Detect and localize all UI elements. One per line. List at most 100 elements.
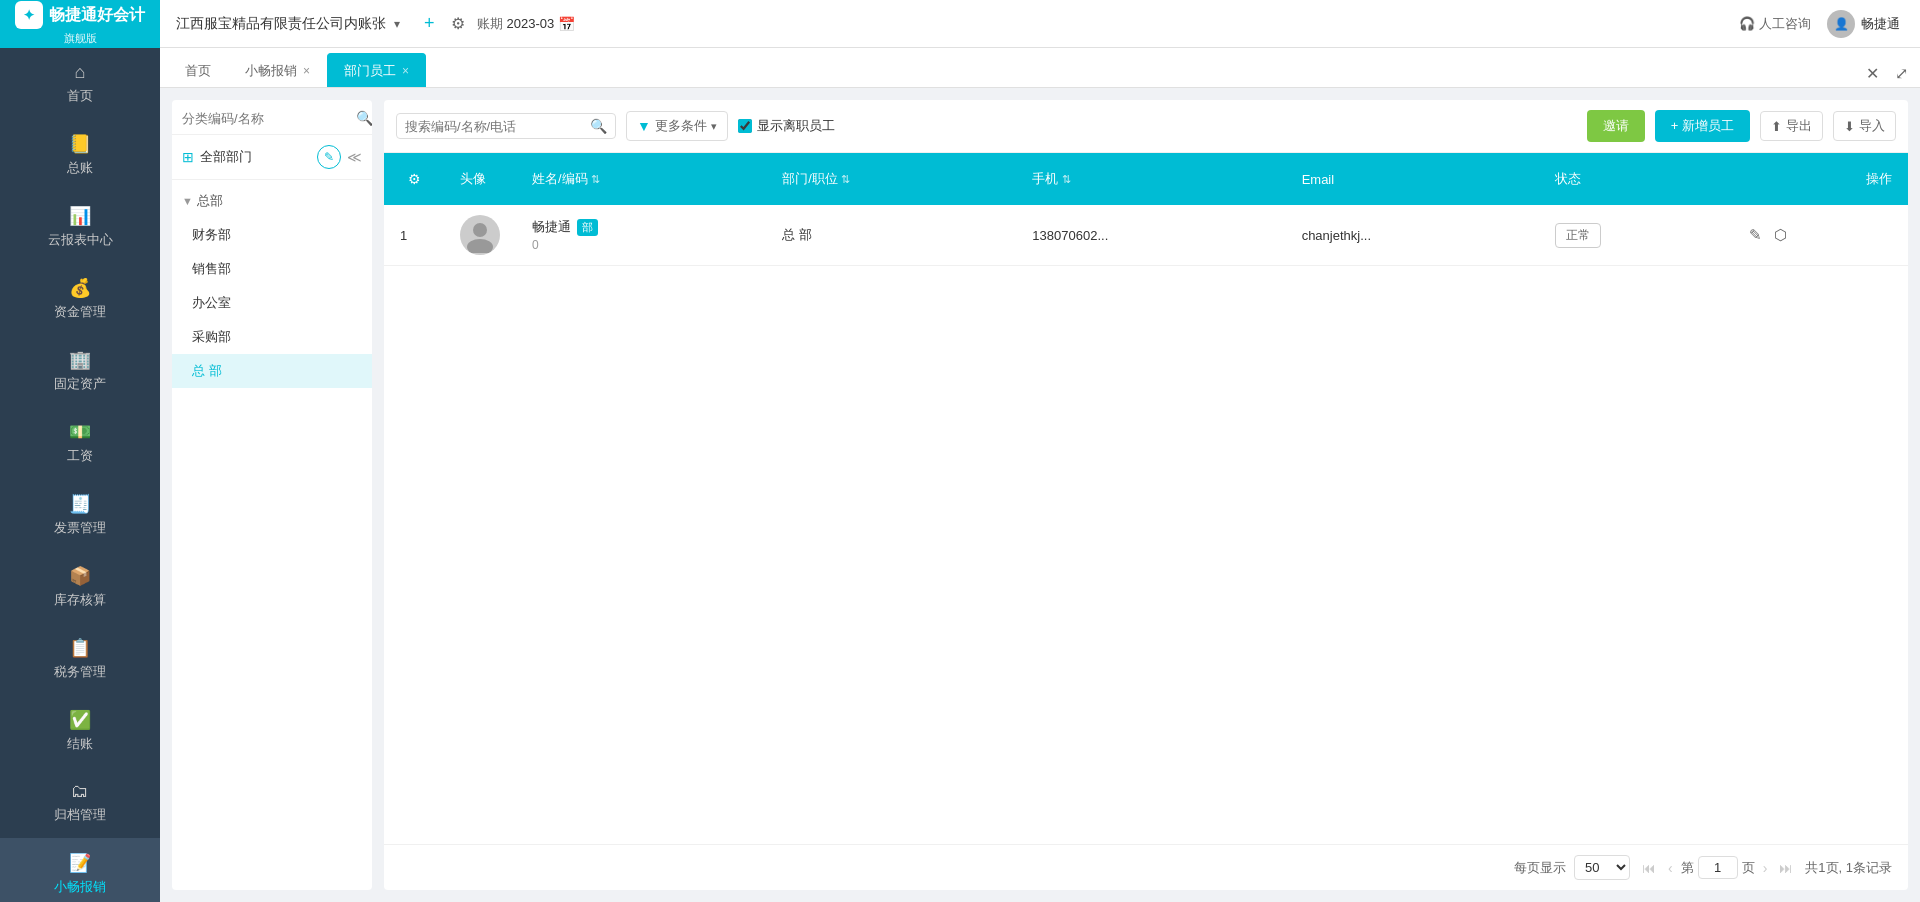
col-actions: 操作 (1733, 153, 1908, 205)
sidebar-item-reports[interactable]: 📊 云报表中心 (0, 191, 160, 263)
export-icon: ⬆ (1771, 119, 1782, 134)
sidebar-item-home[interactable]: ⌂ 首页 (0, 48, 160, 119)
user-name: 畅捷通 (1861, 15, 1900, 33)
dept-item-head-label: 总部 (197, 192, 223, 210)
export-label: 导出 (1786, 117, 1812, 135)
col-email-label: Email (1302, 172, 1335, 187)
col-dept[interactable]: 部门/职位 ⇅ (766, 153, 1016, 205)
add-account-button[interactable]: + (416, 13, 443, 34)
xiaochang-icon: 📝 (69, 852, 91, 874)
filter-button[interactable]: ▼ 更多条件 ▾ (626, 111, 728, 141)
dept-item-office[interactable]: 办公室 (172, 286, 372, 320)
invite-button[interactable]: 邀请 (1587, 110, 1645, 142)
employee-table: ⚙ 头像 姓名/编码 ⇅ 部门/职位 (384, 153, 1908, 266)
page-size-select[interactable]: 50 10 20 100 (1574, 855, 1630, 880)
cell-index: 1 (384, 205, 444, 266)
dept-item-head[interactable]: ▼ 总部 (172, 184, 372, 218)
col-name-label: 姓名/编码 (532, 171, 588, 186)
employee-search-input[interactable] (405, 119, 584, 134)
sidebar-label-home: 首页 (67, 87, 93, 105)
dept-collapse-button[interactable]: ≪ (347, 149, 362, 165)
employee-email: chanjethkj... (1302, 228, 1371, 243)
export-button[interactable]: ⬆ 导出 (1760, 111, 1823, 141)
dept-item-finance[interactable]: 财务部 (172, 218, 372, 252)
tab-xiaochang-close[interactable]: × (303, 64, 310, 78)
calendar-icon[interactable]: 📅 (554, 16, 579, 32)
period-label: 账期 (473, 15, 507, 33)
tab-expand-button[interactable]: ⤢ (1891, 60, 1912, 87)
show-resigned-label[interactable]: 显示离职员工 (738, 117, 835, 135)
tabs-actions: ✕ ⤢ (1862, 60, 1920, 87)
dept-edit-button[interactable]: ✎ (317, 145, 341, 169)
home-icon: ⌂ (75, 62, 86, 83)
tab-dept-employee[interactable]: 部门员工 × (327, 53, 426, 87)
sidebar-item-invoice[interactable]: 🧾 发票管理 (0, 479, 160, 551)
sidebar-item-tax[interactable]: 📋 税务管理 (0, 623, 160, 695)
sidebar-label-archive: 归档管理 (54, 806, 106, 824)
add-employee-button[interactable]: + 新增员工 (1655, 110, 1750, 142)
employee-toolbar: 🔍 ▼ 更多条件 ▾ 显示离职员工 邀请 + 新增员工 (384, 100, 1908, 153)
dept-item-sales[interactable]: 销售部 (172, 252, 372, 286)
col-phone[interactable]: 手机 ⇅ (1016, 153, 1285, 205)
app-logo: ✦ 畅捷通好会计 旗舰版 (0, 0, 160, 48)
prev-page-button[interactable]: ‹ (1664, 858, 1677, 878)
sidebar-item-archive[interactable]: 🗂 归档管理 (0, 767, 160, 838)
cell-avatar (444, 205, 516, 266)
show-resigned-text: 显示离职员工 (757, 117, 835, 135)
header-settings-icon[interactable]: ⚙ (443, 14, 473, 33)
sidebar-item-funds[interactable]: 💰 资金管理 (0, 263, 160, 335)
sidebar-item-salary[interactable]: 💵 工资 (0, 407, 160, 479)
sidebar-label-salary: 工资 (67, 447, 93, 465)
employee-search-icon[interactable]: 🔍 (590, 118, 607, 134)
page-content: 🔍 ⊞ 全部部门 ✎ ≪ ▼ 总部 财务部 (160, 88, 1920, 902)
tab-dept-close[interactable]: × (402, 64, 409, 78)
last-page-button[interactable]: ⏭ (1775, 858, 1797, 878)
import-button[interactable]: ⬇ 导入 (1833, 111, 1896, 141)
exit-action-icon[interactable]: ⬡ (1774, 226, 1787, 244)
employee-search-box: 🔍 (396, 113, 616, 139)
col-name-sort: ⇅ (591, 173, 600, 185)
dept-tree: ▼ 总部 财务部 销售部 办公室 采购部 (172, 180, 372, 890)
period-value: 2023-03 (507, 16, 555, 31)
archive-icon: 🗂 (71, 781, 89, 802)
col-settings-icon[interactable]: ⚙ (400, 165, 428, 193)
page-input[interactable] (1698, 856, 1738, 879)
dept-item-general[interactable]: 总 部 (172, 354, 372, 388)
col-name[interactable]: 姓名/编码 ⇅ (516, 153, 766, 205)
tab-close-button[interactable]: ✕ (1862, 60, 1883, 87)
filter-icon: ▼ (637, 118, 651, 134)
user-info[interactable]: 👤 畅捷通 (1827, 10, 1900, 38)
tab-home[interactable]: 首页 (168, 53, 228, 87)
cell-actions: ✎ ⬡ (1733, 205, 1908, 266)
sidebar-item-xiaochang[interactable]: 📝 小畅报销 (0, 838, 160, 902)
funds-icon: 💰 (69, 277, 91, 299)
col-email: Email (1286, 153, 1539, 205)
company-dropdown-icon: ▾ (394, 17, 400, 31)
employee-panel: 🔍 ▼ 更多条件 ▾ 显示离职员工 邀请 + 新增员工 (384, 100, 1908, 890)
user-avatar: 👤 (1827, 10, 1855, 38)
tab-xiaochang[interactable]: 小畅报销 × (228, 53, 327, 87)
dept-search-input[interactable] (182, 111, 350, 126)
sidebar-item-assets[interactable]: 🏢 固定资产 (0, 335, 160, 407)
sidebar-item-ledger[interactable]: 📒 总账 (0, 119, 160, 191)
all-dept-label[interactable]: 全部部门 (200, 148, 311, 166)
dept-search-icon[interactable]: 🔍 (356, 110, 372, 126)
service-button[interactable]: 🎧 人工咨询 (1739, 15, 1811, 33)
dept-item-general-label: 总 部 (192, 362, 222, 380)
dept-item-purchase[interactable]: 采购部 (172, 320, 372, 354)
company-selector[interactable]: 江西服宝精品有限责任公司内账张 ▾ (160, 15, 416, 33)
sidebar-item-inventory[interactable]: 📦 库存核算 (0, 551, 160, 623)
next-page-button[interactable]: › (1759, 858, 1772, 878)
col-phone-sort: ⇅ (1062, 173, 1071, 185)
edit-action-icon[interactable]: ✎ (1749, 226, 1762, 244)
sidebar-label-invoice: 发票管理 (54, 519, 106, 537)
sidebar-item-closing[interactable]: ✅ 结账 (0, 695, 160, 767)
employee-name-text: 畅捷通 (532, 218, 571, 236)
first-page-button[interactable]: ⏮ (1638, 858, 1660, 878)
dept-item-sales-label: 销售部 (192, 260, 231, 278)
show-resigned-checkbox[interactable] (738, 119, 752, 133)
cell-status: 正常 (1539, 205, 1734, 266)
avatar-icon: 👤 (1834, 17, 1849, 31)
tab-dept-label: 部门员工 (344, 62, 396, 80)
page-label: 第 (1681, 859, 1694, 877)
